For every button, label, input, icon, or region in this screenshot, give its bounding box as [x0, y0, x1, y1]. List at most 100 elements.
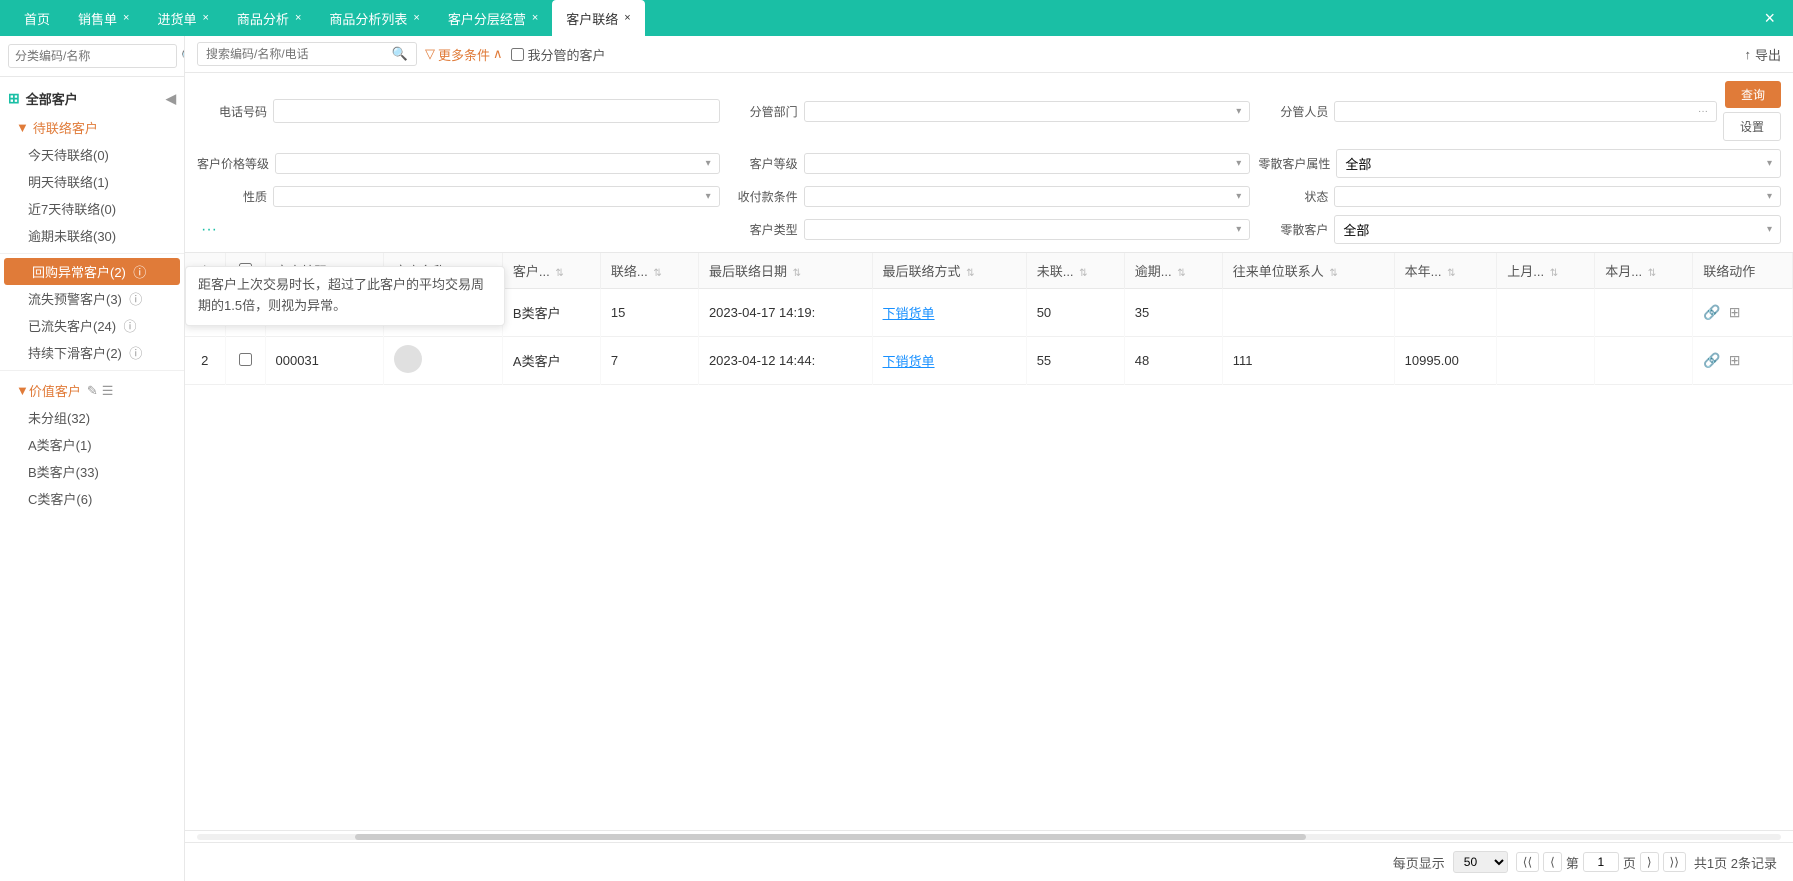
row1-grid-icon[interactable]: ⊞ — [1729, 304, 1741, 321]
next-page-button[interactable]: ⟩ — [1640, 852, 1659, 872]
phone-input[interactable] — [273, 99, 720, 123]
col-last-method[interactable]: 最后联络方式 ⇅ — [872, 253, 1026, 289]
nav-sales[interactable]: 销售单 × — [64, 0, 143, 36]
nav-product-analysis[interactable]: 商品分析 × — [223, 0, 315, 36]
prev-page-button[interactable]: ⟨ — [1543, 852, 1562, 872]
sidebar-item-b-class[interactable]: B类客户(33) — [0, 458, 184, 485]
row2-avatar — [394, 345, 422, 373]
first-page-button[interactable]: ⟨⟨ — [1516, 852, 1539, 872]
nav-customer-contact[interactable]: 客户联络 × — [552, 0, 644, 36]
my-customers-checkbox[interactable] — [511, 48, 524, 61]
window-close-button[interactable]: × — [1756, 8, 1783, 29]
row1-last-method[interactable]: 下销货单 — [872, 289, 1026, 337]
form-row-dept: 分管部门 ▾ — [728, 81, 1251, 141]
table-scroll[interactable]: ⚙ 客户编码 ⇅ 客户名称 — [185, 253, 1793, 830]
row1-this-year — [1394, 289, 1497, 337]
sidebar-item-tomorrow[interactable]: 明天待联络(1) — [0, 168, 184, 195]
sort-icon-11: ⇅ — [1550, 268, 1558, 279]
sidebar-item-churn-warning[interactable]: 流失预警客户(3) ⓘ — [0, 285, 184, 312]
sidebar-search-input[interactable] — [8, 44, 177, 68]
tree-root-all-customers[interactable]: ⊞ 全部客户 ◀ — [0, 83, 184, 114]
sidebar-item-overdue[interactable]: 逾期未联络(30) — [0, 222, 184, 249]
col-last-date[interactable]: 最后联络日期 ⇅ — [698, 253, 872, 289]
col-overdue[interactable]: 逾期... ⇅ — [1124, 253, 1222, 289]
customer-type-select[interactable]: ▾ — [804, 219, 1251, 240]
row2-last-method[interactable]: 下销货单 — [872, 337, 1026, 385]
nav-home[interactable]: 首页 — [10, 0, 64, 36]
edit-icon[interactable]: ✎ — [87, 383, 98, 399]
sidebar-item-ungroup[interactable]: 未分组(32) — [0, 404, 184, 431]
nav-purchase-close[interactable]: × — [202, 12, 208, 24]
query-button[interactable]: 查询 — [1725, 81, 1781, 108]
list-icon[interactable]: ☰ — [102, 383, 114, 399]
row2-action-icons: 🔗 ⊞ — [1703, 352, 1782, 369]
price-grade-select[interactable]: ▾ — [275, 153, 720, 174]
main-search-input[interactable] — [206, 47, 388, 61]
nature-select[interactable]: ▾ — [273, 186, 720, 207]
nav-product-list[interactable]: 商品分析列表 × — [315, 0, 433, 36]
nav-customer-tier-close[interactable]: × — [532, 12, 538, 24]
row2-name — [384, 337, 503, 385]
last-page-button[interactable]: ⟩⟩ — [1663, 852, 1686, 872]
set-button[interactable]: 设置 — [1723, 112, 1781, 141]
col-this-month[interactable]: 本月... ⇅ — [1595, 253, 1693, 289]
col-this-year[interactable]: 本年... ⇅ — [1394, 253, 1497, 289]
nav-sales-close[interactable]: × — [123, 12, 129, 24]
main-search-icon[interactable]: 🔍 — [392, 46, 408, 62]
sidebar-item-repurchase-anomaly[interactable]: 回购异常客户(2) ⓘ — [4, 258, 180, 285]
my-customers-label: 我分管的客户 — [528, 45, 606, 64]
row2-grid-icon[interactable]: ⊞ — [1729, 352, 1741, 369]
row1-link-icon[interactable]: 🔗 — [1703, 304, 1720, 321]
sidebar-item-a-class[interactable]: A类客户(1) — [0, 431, 184, 458]
info-icon-2: ⓘ — [129, 292, 142, 307]
customer-type-arrow: ▾ — [1236, 224, 1241, 235]
nav-product-analysis-close[interactable]: × — [295, 12, 301, 24]
export-button[interactable]: ↑ 导出 — [1744, 45, 1781, 64]
row1-contact: 15 — [600, 289, 698, 337]
retail-customer-select[interactable]: 全部 ▾ — [1334, 215, 1781, 244]
page-input[interactable] — [1583, 852, 1619, 872]
sidebar-item-c-class[interactable]: C类客户(6) — [0, 485, 184, 512]
price-grade-label: 客户价格等级 — [197, 155, 269, 172]
more-conditions-button[interactable]: ▽ 更多条件 ∧ — [425, 45, 503, 64]
nav-customer-contact-close[interactable]: × — [624, 12, 630, 24]
dept-select[interactable]: ▾ — [804, 101, 1251, 122]
customer-grade-select[interactable]: ▾ — [804, 153, 1251, 174]
nav-purchase-label: 进货单 — [157, 9, 196, 28]
sidebar-search-area: 🔍 — [0, 36, 184, 77]
tree-section-pending-contact[interactable]: ▼ 待联络客户 — [0, 114, 184, 141]
retail-attr-select[interactable]: 全部 ▾ — [1336, 149, 1781, 178]
sidebar-item-churned[interactable]: 已流失客户(24) ⓘ — [0, 312, 184, 339]
per-page-select[interactable]: 50 20 100 — [1453, 851, 1508, 873]
row2-code: 000031 — [265, 337, 384, 385]
row2-select[interactable] — [239, 353, 252, 366]
row1-type: B类客户 — [502, 289, 600, 337]
tree-section-value-customers[interactable]: ▼ 价值客户 ✎ ☰ — [0, 377, 184, 404]
row2-method-link[interactable]: 下销货单 — [883, 354, 935, 369]
horizontal-scrollbar-area[interactable] — [185, 830, 1793, 842]
grid-icon: ⊞ — [8, 90, 20, 107]
nav-customer-tier[interactable]: 客户分层经营 × — [434, 0, 552, 36]
phone-field[interactable] — [282, 104, 711, 118]
ellipsis-button[interactable]: ··· — [197, 221, 221, 239]
row2-last-date: 2023-04-12 14:44: — [698, 337, 872, 385]
col-contact-num[interactable]: 联络... ⇅ — [600, 253, 698, 289]
nature-label: 性质 — [197, 188, 267, 205]
col-last-month[interactable]: 上月... ⇅ — [1497, 253, 1595, 289]
col-contacts[interactable]: 往来单位联系人 ⇅ — [1222, 253, 1394, 289]
sidebar-item-7days[interactable]: 近7天待联络(0) — [0, 195, 184, 222]
h-scrollbar-thumb[interactable] — [355, 834, 1305, 840]
col-not-contacted[interactable]: 未联... ⇅ — [1026, 253, 1124, 289]
col-type[interactable]: 客户... ⇅ — [502, 253, 600, 289]
row2-link-icon[interactable]: 🔗 — [1703, 352, 1720, 369]
nav-product-list-close[interactable]: × — [413, 12, 419, 24]
sidebar-item-today[interactable]: 今天待联络(0) — [0, 141, 184, 168]
status-select[interactable]: ▾ — [1334, 186, 1781, 207]
manager-select[interactable]: ··· — [1334, 101, 1717, 122]
payment-select[interactable]: ▾ — [804, 186, 1251, 207]
row1-method-link[interactable]: 下销货单 — [883, 306, 935, 321]
collapse-icon[interactable]: ◀ — [166, 91, 176, 107]
nav-purchase[interactable]: 进货单 × — [143, 0, 222, 36]
form-row-nature: 性质 ▾ — [197, 186, 720, 207]
sidebar-item-declining[interactable]: 持续下滑客户(2) ⓘ — [0, 339, 184, 366]
